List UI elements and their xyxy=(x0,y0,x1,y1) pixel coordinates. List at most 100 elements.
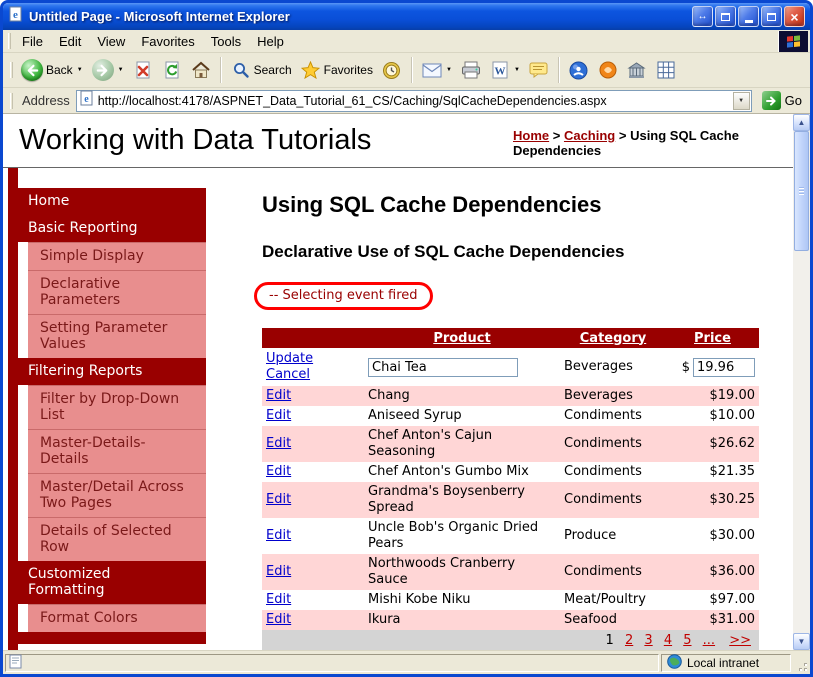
edit-link[interactable]: Edit xyxy=(266,492,291,507)
go-label: Go xyxy=(784,93,802,108)
sidebar-item-filtering-reports[interactable]: Filtering Reports xyxy=(18,358,206,385)
toolbar-grip[interactable] xyxy=(10,62,13,78)
favorites-button[interactable]: Favorites xyxy=(297,57,377,83)
search-button[interactable]: Search xyxy=(227,57,296,83)
forward-button[interactable]: ▼ xyxy=(88,56,128,84)
sidebar-item-basic-reporting[interactable]: Basic Reporting xyxy=(18,215,206,242)
window-extra-button-2[interactable] xyxy=(715,6,736,27)
sidebar-item-master-details-details[interactable]: Master-Details-Details xyxy=(28,429,206,473)
product-cell: Grandma's Boysenberry Spread xyxy=(364,482,560,518)
menu-bar-grip[interactable] xyxy=(8,33,11,49)
menu-edit[interactable]: Edit xyxy=(51,31,89,52)
go-button[interactable]: Go xyxy=(758,91,806,110)
action-cell: Edit xyxy=(262,426,364,462)
mail-dropdown-caret[interactable]: ▼ xyxy=(446,67,452,73)
sidebar-item-customized-formatting[interactable]: Customized Formatting xyxy=(18,561,206,604)
window-extra-button-1[interactable]: ↔ xyxy=(692,6,713,27)
scroll-up-button[interactable]: ▲ xyxy=(793,114,810,131)
edit-link[interactable]: Edit xyxy=(266,388,291,403)
price-input[interactable] xyxy=(693,357,755,377)
edit-with-word-button[interactable]: W ▼ xyxy=(486,57,524,83)
breadcrumb-caching-link[interactable]: Caching xyxy=(564,128,615,143)
address-bar-grip[interactable] xyxy=(10,92,13,109)
update-link[interactable]: Update xyxy=(266,351,313,366)
messenger-button[interactable] xyxy=(565,57,593,83)
product-cell: Chef Anton's Gumbo Mix xyxy=(368,464,529,479)
security-zone-label: Local intranet xyxy=(687,655,760,670)
stop-button[interactable] xyxy=(129,57,157,83)
page-body: Home Basic Reporting Simple Display Decl… xyxy=(3,168,793,650)
addon-research-button[interactable] xyxy=(623,57,651,83)
sidebar-item-filter-by-dropdown-list[interactable]: Filter by Drop-Down List xyxy=(28,385,206,429)
sidebar-item-format-colors[interactable]: Format Colors xyxy=(28,604,206,632)
addon-orange-button[interactable] xyxy=(594,57,622,83)
price-cell: $19.00 xyxy=(666,386,759,406)
breadcrumb-home-link[interactable]: Home xyxy=(513,128,549,143)
menu-file[interactable]: File xyxy=(14,31,51,52)
category-cell: Beverages xyxy=(560,386,666,406)
addon-grid-button[interactable] xyxy=(652,57,680,83)
address-url[interactable]: http://localhost:4178/ASPNET_Data_Tutori… xyxy=(98,94,729,108)
category-cell: Condiments xyxy=(560,554,666,590)
price-cell: $21.35 xyxy=(709,464,756,479)
sidebar-item-home[interactable]: Home xyxy=(18,188,206,215)
menu-help[interactable]: Help xyxy=(249,31,292,52)
scroll-down-button[interactable]: ▼ xyxy=(793,633,810,650)
product-name-input[interactable] xyxy=(368,357,518,377)
sidebar-item-simple-display[interactable]: Simple Display xyxy=(28,242,206,270)
grid-header-price: Price xyxy=(666,328,759,348)
edit-link[interactable]: Edit xyxy=(266,564,291,579)
history-button[interactable] xyxy=(378,57,406,83)
cancel-link[interactable]: Cancel xyxy=(266,367,310,382)
edit-link[interactable]: Edit xyxy=(266,592,291,607)
window-title: Untitled Page - Microsoft Internet Explo… xyxy=(29,9,290,24)
edit-link[interactable]: Edit xyxy=(266,528,291,543)
refresh-button[interactable] xyxy=(158,57,186,83)
browser-viewport: Working with Data Tutorials Home > Cachi… xyxy=(3,114,810,650)
pager-link[interactable]: 3 xyxy=(644,633,652,648)
resize-grip[interactable] xyxy=(793,654,808,672)
pager-next-link[interactable]: >> xyxy=(729,633,751,648)
product-cell: Aniseed Syrup xyxy=(368,408,462,423)
close-button[interactable]: × xyxy=(784,6,805,27)
sidebar-item-master-detail-across-two-pages[interactable]: Master/Detail Across Two Pages xyxy=(28,473,206,517)
minimize-button[interactable] xyxy=(738,6,759,27)
print-button[interactable] xyxy=(457,57,485,83)
back-button[interactable]: Back ▼ xyxy=(17,56,87,84)
favorites-label: Favorites xyxy=(323,63,373,77)
mail-button[interactable]: ▼ xyxy=(418,57,456,83)
menu-view[interactable]: View xyxy=(89,31,133,52)
address-input[interactable]: e http://localhost:4178/ASPNET_Data_Tuto… xyxy=(75,89,752,112)
maximize-button[interactable] xyxy=(761,6,782,27)
pager-link[interactable]: 4 xyxy=(664,633,672,648)
title-bar[interactable]: e Untitled Page - Microsoft Internet Exp… xyxy=(3,3,810,30)
pager-link[interactable]: 5 xyxy=(683,633,691,648)
edit-link[interactable]: Edit xyxy=(266,612,291,627)
home-button[interactable] xyxy=(187,57,215,83)
scrollbar-thumb[interactable] xyxy=(794,131,809,251)
edit-link[interactable]: Edit xyxy=(266,464,291,479)
edit-link[interactable]: Edit xyxy=(266,408,291,423)
forward-dropdown-caret[interactable]: ▼ xyxy=(118,67,124,73)
edit-link[interactable]: Edit xyxy=(266,436,291,451)
back-dropdown-caret[interactable]: ▼ xyxy=(77,67,83,73)
menu-favorites[interactable]: Favorites xyxy=(133,31,202,52)
sort-product-link[interactable]: Product xyxy=(433,331,490,346)
web-page: Working with Data Tutorials Home > Cachi… xyxy=(3,114,793,650)
pager-ellipsis-link[interactable]: ... xyxy=(703,633,715,648)
sidebar-item-details-of-selected-row[interactable]: Details of Selected Row xyxy=(28,517,206,561)
price-cell: $30.00 xyxy=(709,528,756,543)
edit-dropdown-caret[interactable]: ▼ xyxy=(514,67,520,73)
status-page-icon xyxy=(9,654,22,672)
sidebar-item-declarative-parameters[interactable]: Declarative Parameters xyxy=(28,270,206,314)
sort-category-link[interactable]: Category xyxy=(580,331,646,346)
pager-link[interactable]: 2 xyxy=(625,633,633,648)
sort-price-link[interactable]: Price xyxy=(694,331,731,346)
vertical-scrollbar[interactable]: ▲ ▼ xyxy=(793,114,810,650)
address-dropdown-button[interactable]: ▼ xyxy=(732,91,750,110)
currency-symbol: $ xyxy=(681,359,690,375)
menu-tools[interactable]: Tools xyxy=(203,31,249,52)
sidebar-item-setting-parameter-values[interactable]: Setting Parameter Values xyxy=(28,314,206,358)
discuss-button[interactable] xyxy=(525,57,553,83)
orange-circle-icon xyxy=(598,60,618,80)
